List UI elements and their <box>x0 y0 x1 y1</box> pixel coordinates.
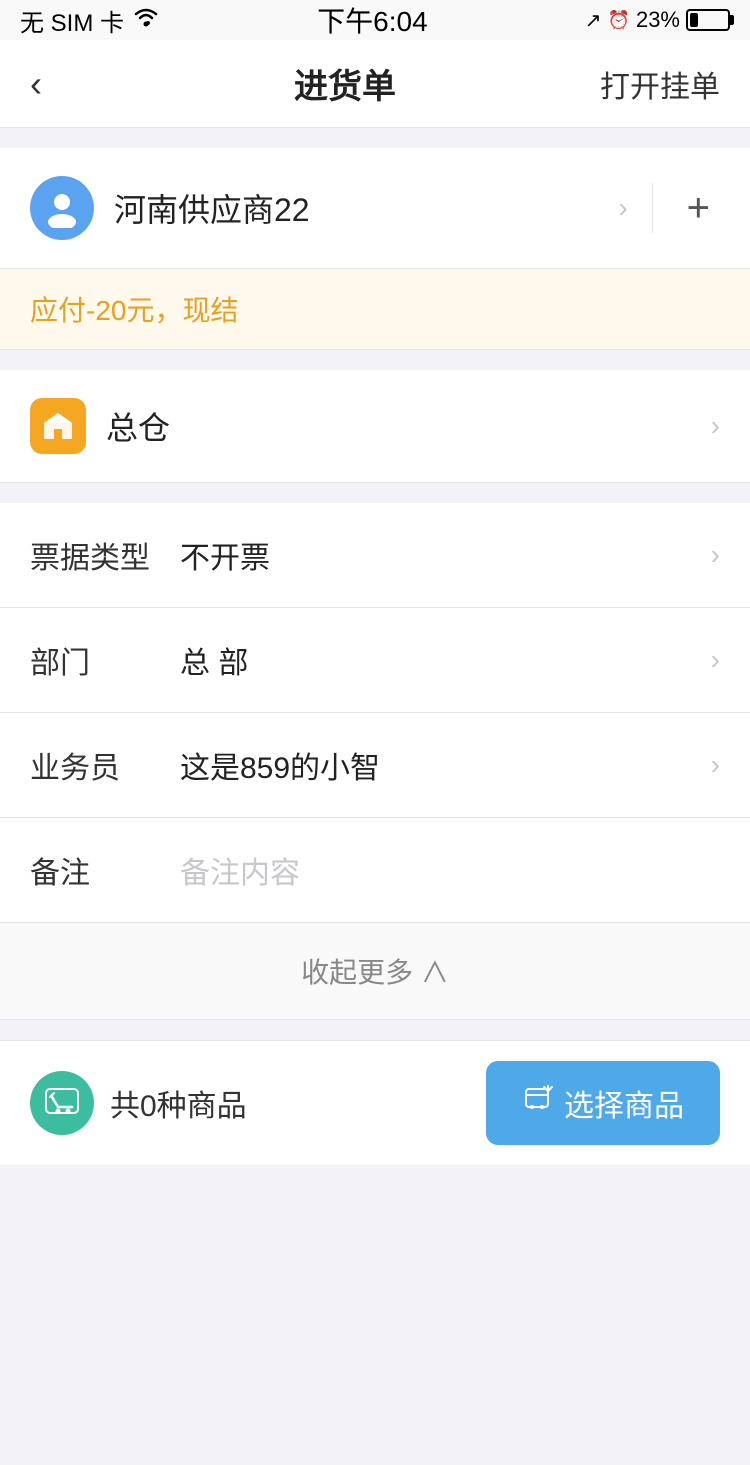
notice-banner: 应付-20元，现结 <box>0 269 750 350</box>
collapse-button[interactable]: 收起更多 ∧ <box>0 923 750 1020</box>
department-value: 总 部 <box>180 638 711 682</box>
bottom-bar: 共0种商品 选择商品 <box>0 1040 750 1165</box>
alarm-icon: ⏰ <box>608 10 630 31</box>
invoice-label: 票据类型 <box>30 533 180 577</box>
avatar <box>30 176 94 240</box>
supplier-row[interactable]: 河南供应商22 › + <box>0 148 750 269</box>
back-button[interactable]: ‹ <box>30 63 90 105</box>
warehouse-chevron-icon: › <box>711 410 720 442</box>
nav-bar: ‹ 进货单 打开挂单 <box>0 40 750 128</box>
warehouse-name: 总仓 <box>106 403 711 449</box>
invoice-value: 不开票 <box>180 533 711 577</box>
battery-icon <box>686 9 730 31</box>
warehouse-icon <box>30 398 86 454</box>
supplier-name: 河南供应商22 <box>114 185 618 231</box>
select-cart-icon <box>522 1085 554 1121</box>
battery-percent: 23% <box>636 7 680 33</box>
open-pending-button[interactable]: 打开挂单 <box>600 62 720 106</box>
form-card: 票据类型 不开票 › 部门 总 部 › 业务员 这是859的小智 › 备注 备注… <box>0 503 750 923</box>
remark-label: 备注 <box>30 848 180 892</box>
page-background <box>0 1165 750 1465</box>
invoice-chevron-icon: › <box>711 539 720 571</box>
remark-row[interactable]: 备注 备注内容 <box>0 818 750 923</box>
section-gap-2 <box>0 350 750 370</box>
section-gap-3 <box>0 483 750 503</box>
product-count-label: 共0种商品 <box>110 1081 486 1125</box>
department-chevron-icon: › <box>711 644 720 676</box>
remark-input[interactable]: 备注内容 <box>180 848 720 892</box>
salesperson-chevron-icon: › <box>711 749 720 781</box>
invoice-type-row[interactable]: 票据类型 不开票 › <box>0 503 750 608</box>
carrier-label: 无 SIM 卡 <box>20 3 124 38</box>
status-left: 无 SIM 卡 <box>20 3 160 38</box>
warehouse-row[interactable]: 总仓 › <box>0 370 750 483</box>
page-title: 进货单 <box>294 59 396 108</box>
status-right: ↗ ⏰ 23% <box>585 7 730 33</box>
department-label: 部门 <box>30 638 180 682</box>
location-icon: ↗ <box>585 8 602 33</box>
add-supplier-button[interactable]: + <box>677 186 720 231</box>
wifi-icon <box>132 6 160 34</box>
status-bar: 无 SIM 卡 下午6:04 ↗ ⏰ 23% <box>0 0 750 40</box>
supplier-chevron-icon: › <box>618 192 627 224</box>
product-cart-icon <box>30 1071 94 1135</box>
department-row[interactable]: 部门 总 部 › <box>0 608 750 713</box>
salesperson-label: 业务员 <box>30 743 180 787</box>
supplier-card: 河南供应商22 › + 应付-20元，现结 <box>0 148 750 350</box>
select-product-button[interactable]: 选择商品 <box>486 1061 720 1145</box>
select-btn-label: 选择商品 <box>564 1081 684 1125</box>
section-gap-1 <box>0 128 750 148</box>
salesperson-value: 这是859的小智 <box>180 743 711 787</box>
status-time: 下午6:04 <box>317 0 428 40</box>
notice-text: 应付-20元，现结 <box>30 295 238 326</box>
salesperson-row[interactable]: 业务员 这是859的小智 › <box>0 713 750 818</box>
collapse-label: 收起更多 ∧ <box>301 951 449 991</box>
section-gap-4 <box>0 1020 750 1040</box>
divider <box>652 183 653 233</box>
